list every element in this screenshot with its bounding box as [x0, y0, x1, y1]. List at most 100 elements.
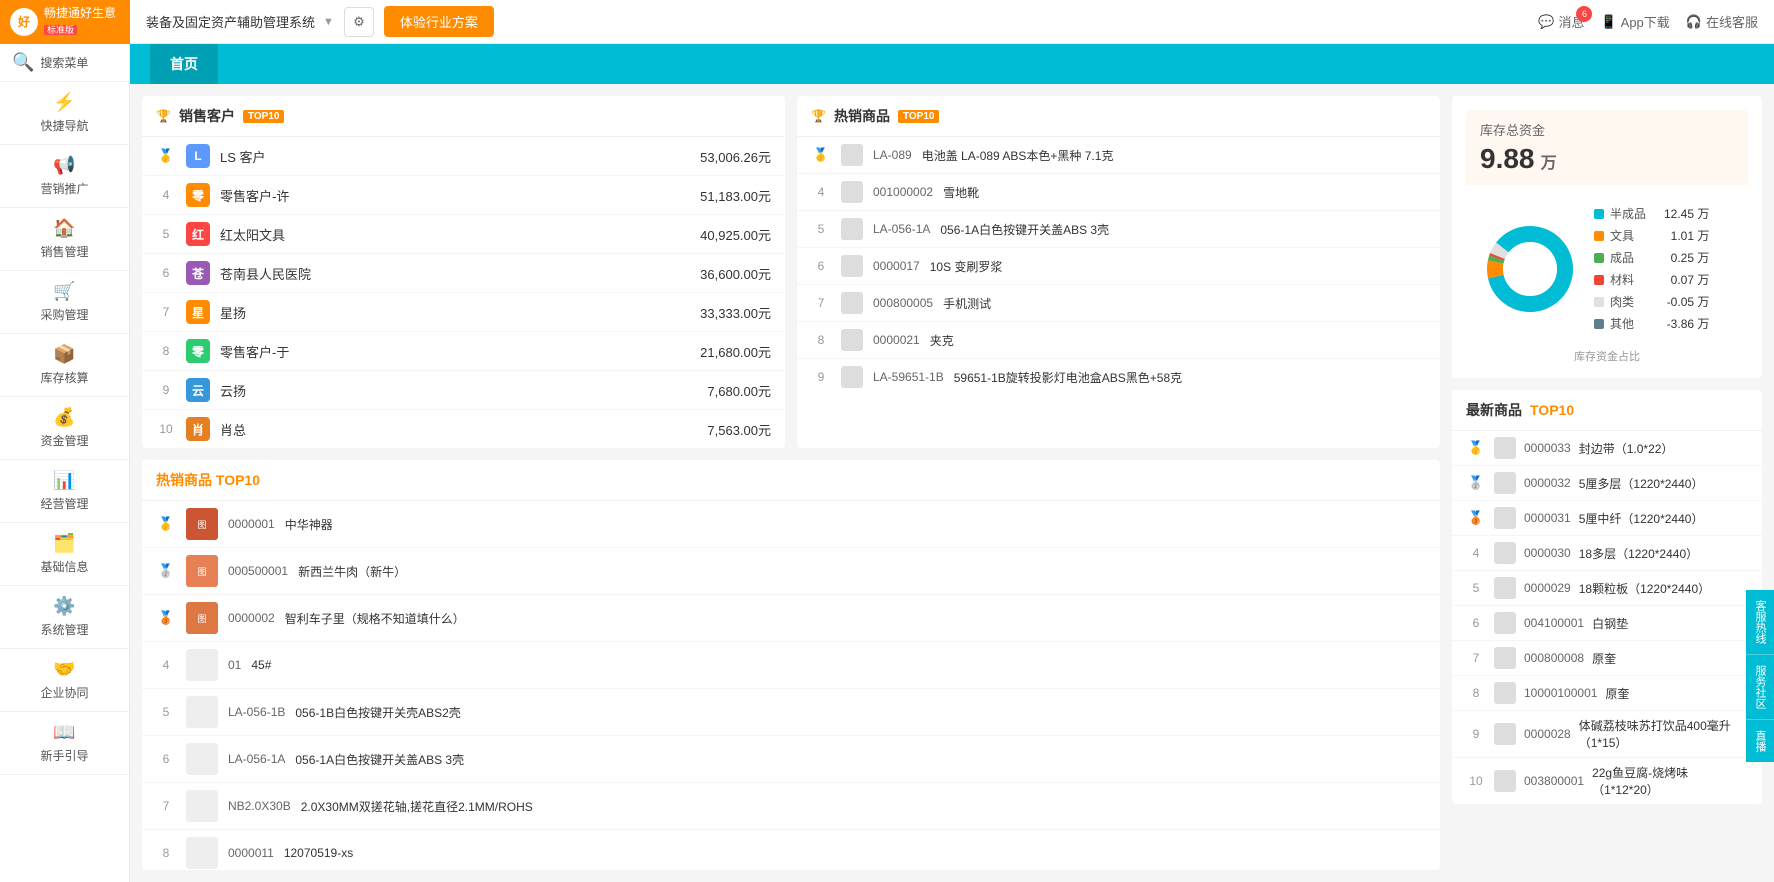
list-item: 4 0000030 18多层（1220*2440）: [1452, 536, 1762, 571]
top-right-actions: 💬 消息 6 📱 App下载 🎧 在线客服: [1538, 12, 1758, 31]
list-item: 7 000800005 手机测试: [797, 285, 1440, 322]
donut-chart: [1480, 219, 1580, 319]
new-products-header: 最新商品 TOP10: [1452, 390, 1762, 431]
product-thumbnail: [841, 218, 863, 240]
base-info-icon: 🗂️: [53, 533, 75, 554]
new-products-list: 🥇 0000033 封边带（1.0*22） 🥈 0000032 5厘多层（122…: [1452, 431, 1762, 804]
avatar: 红: [186, 222, 210, 246]
inventory-card: 库存总资金 9.88 万: [1452, 96, 1762, 378]
legend-item: 其他 -3.86 万: [1594, 315, 1709, 332]
list-item: 4 01 45#: [142, 642, 1440, 689]
system-selector[interactable]: 装备及固定资产辅助管理系统 ▼: [146, 12, 334, 31]
list-item: 7 星 星扬 33,333.00元: [142, 293, 785, 332]
legend-item: 肉类 -0.05 万: [1594, 293, 1709, 310]
hot-products-list: 🥇 图 0000001 中华神器 🥈 图 000500001 新西兰牛肉（新牛）: [142, 501, 1440, 870]
top-lists-row: 🏆 销售客户 TOP10 🥇 L LS 客户 53,006.26元: [142, 96, 1440, 448]
logo-icon: 好: [10, 8, 38, 36]
avatar: 肖: [186, 417, 210, 441]
purchase-icon: 🛒: [53, 281, 75, 302]
legend-item: 成品 0.25 万: [1594, 249, 1709, 266]
product-thumbnail: [1494, 472, 1516, 494]
product-image: [186, 837, 218, 869]
product-thumbnail: [1494, 723, 1516, 745]
product-thumbnail: [1494, 577, 1516, 599]
sidebar-item-search[interactable]: 🔍 搜索菜单: [0, 44, 129, 82]
list-item: 🥉 0000031 5厘中纤（1220*2440）: [1452, 501, 1762, 536]
list-item: 7 000800008 原奎: [1452, 641, 1762, 676]
list-item: 8 10000100001 原奎: [1452, 676, 1762, 711]
sidebar-item-guide[interactable]: 📖 新手引导: [0, 712, 129, 775]
system-icon: ⚙️: [53, 596, 75, 617]
logo-text: 畅捷通好生意 标准版: [44, 6, 116, 37]
avatar: 零: [186, 183, 210, 207]
marketing-icon: 📢: [53, 155, 75, 176]
product-image: 图: [186, 508, 218, 540]
sidebar-item-base-info[interactable]: 🗂️ 基础信息: [0, 523, 129, 586]
top-customers-header: 🏆 销售客户 TOP10: [142, 96, 785, 137]
list-item: 4 零 零售客户-许 51,183.00元: [142, 176, 785, 215]
sidebar-item-collab[interactable]: 🤝 企业协同: [0, 649, 129, 712]
list-item: 🥇 0000033 封边带（1.0*22）: [1452, 431, 1762, 466]
notification-button[interactable]: 💬 消息 6: [1538, 12, 1584, 31]
avatar: L: [186, 144, 210, 168]
sidebar-item-purchase[interactable]: 🛒 采购管理: [0, 271, 129, 334]
inventory-title: 库存总资金: [1480, 120, 1734, 139]
customer-hotline-button[interactable]: 客服热线: [1746, 590, 1774, 655]
list-item: 🥇 LA-089 电池盖 LA-089 ABS本色+黑种 7.1克: [797, 137, 1440, 174]
search-icon: 🔍: [12, 52, 34, 73]
inventory-icon: 📦: [53, 344, 75, 365]
online-service-button[interactable]: 🎧 在线客服: [1686, 12, 1758, 31]
list-item: 8 零 零售客户-于 21,680.00元: [142, 332, 785, 371]
product-thumbnail: [1494, 682, 1516, 704]
app-download-button[interactable]: 📱 App下载: [1600, 12, 1669, 31]
product-thumbnail: [1494, 612, 1516, 634]
list-item: 5 0000029 18颗粒板（1220*2440）: [1452, 571, 1762, 606]
operations-icon: 📊: [53, 470, 75, 491]
trial-button[interactable]: 体验行业方案: [384, 6, 494, 37]
product-image: 图: [186, 602, 218, 634]
sidebar-item-marketing[interactable]: 📢 营销推广: [0, 145, 129, 208]
avatar: 苍: [186, 261, 210, 285]
content-area: 首页 🏆 销售客户 TOP10: [130, 44, 1774, 882]
list-item: 4 001000002 雪地靴: [797, 174, 1440, 211]
list-item: 8 0000021 夹克: [797, 322, 1440, 359]
product-image: [186, 696, 218, 728]
right-column: 库存总资金 9.88 万: [1452, 96, 1762, 870]
service-community-button[interactable]: 服务社区: [1746, 655, 1774, 720]
sidebar-item-system[interactable]: ⚙️ 系统管理: [0, 586, 129, 649]
sidebar-item-finance[interactable]: 💰 资金管理: [0, 397, 129, 460]
legend-item: 文具 1.01 万: [1594, 227, 1709, 244]
product-image: 图: [186, 555, 218, 587]
top-products-right-list: 🥇 LA-089 电池盖 LA-089 ABS本色+黑种 7.1克 4 0010…: [797, 137, 1440, 395]
list-item: 9 云 云扬 7,680.00元: [142, 371, 785, 410]
nav-tabs: 首页: [130, 44, 1774, 84]
hot-products-card: 热销商品 TOP10 🥇 图 0000001 中华神器 🥈 图 0005000: [142, 460, 1440, 870]
avatar: 星: [186, 300, 210, 324]
product-thumbnail: [841, 329, 863, 351]
inventory-amount: 9.88 万: [1480, 143, 1734, 175]
list-item: 🥇 图 0000001 中华神器: [142, 501, 1440, 548]
sidebar-item-operations[interactable]: 📊 经营管理: [0, 460, 129, 523]
product-thumbnail: [1494, 770, 1516, 792]
product-thumbnail: [1494, 647, 1516, 669]
list-item: 6 苍 苍南县人民医院 36,600.00元: [142, 254, 785, 293]
sidebar-item-quick-nav[interactable]: ⚡ 快捷导航: [0, 82, 129, 145]
sidebar-item-sales[interactable]: 🏠 销售管理: [0, 208, 129, 271]
product-thumbnail: [1494, 507, 1516, 529]
tab-home[interactable]: 首页: [150, 44, 218, 84]
product-thumbnail: [841, 366, 863, 388]
list-item: 9 LA-59651-1B 59651-1B旋转投影灯电池盒ABS黑色+58克: [797, 359, 1440, 395]
sales-icon: 🏠: [53, 218, 75, 239]
list-item: 6 LA-056-1A 056-1A白色按键开关盖ABS 3壳: [142, 736, 1440, 783]
product-thumbnail: [841, 144, 863, 166]
live-broadcast-button[interactable]: 直播: [1746, 720, 1774, 762]
sidebar-item-inventory[interactable]: 📦 库存核算: [0, 334, 129, 397]
finance-icon: 💰: [53, 407, 75, 428]
settings-button[interactable]: ⚙: [344, 7, 374, 37]
avatar: 云: [186, 378, 210, 402]
sidebar: 🔍 搜索菜单 ⚡ 快捷导航 📢 营销推广 🏠 销售管理 🛒 采购管理 📦 库存核…: [0, 44, 130, 882]
list-item: 5 LA-056-1A 056-1A白色按键开关盖ABS 3壳: [797, 211, 1440, 248]
hot-products-header: 热销商品 TOP10: [142, 460, 1440, 501]
list-item: 10 003800001 22g鱼豆腐-烧烤味（1*12*20）: [1452, 758, 1762, 804]
list-item: 5 LA-056-1B 056-1B白色按键开关壳ABS2壳: [142, 689, 1440, 736]
